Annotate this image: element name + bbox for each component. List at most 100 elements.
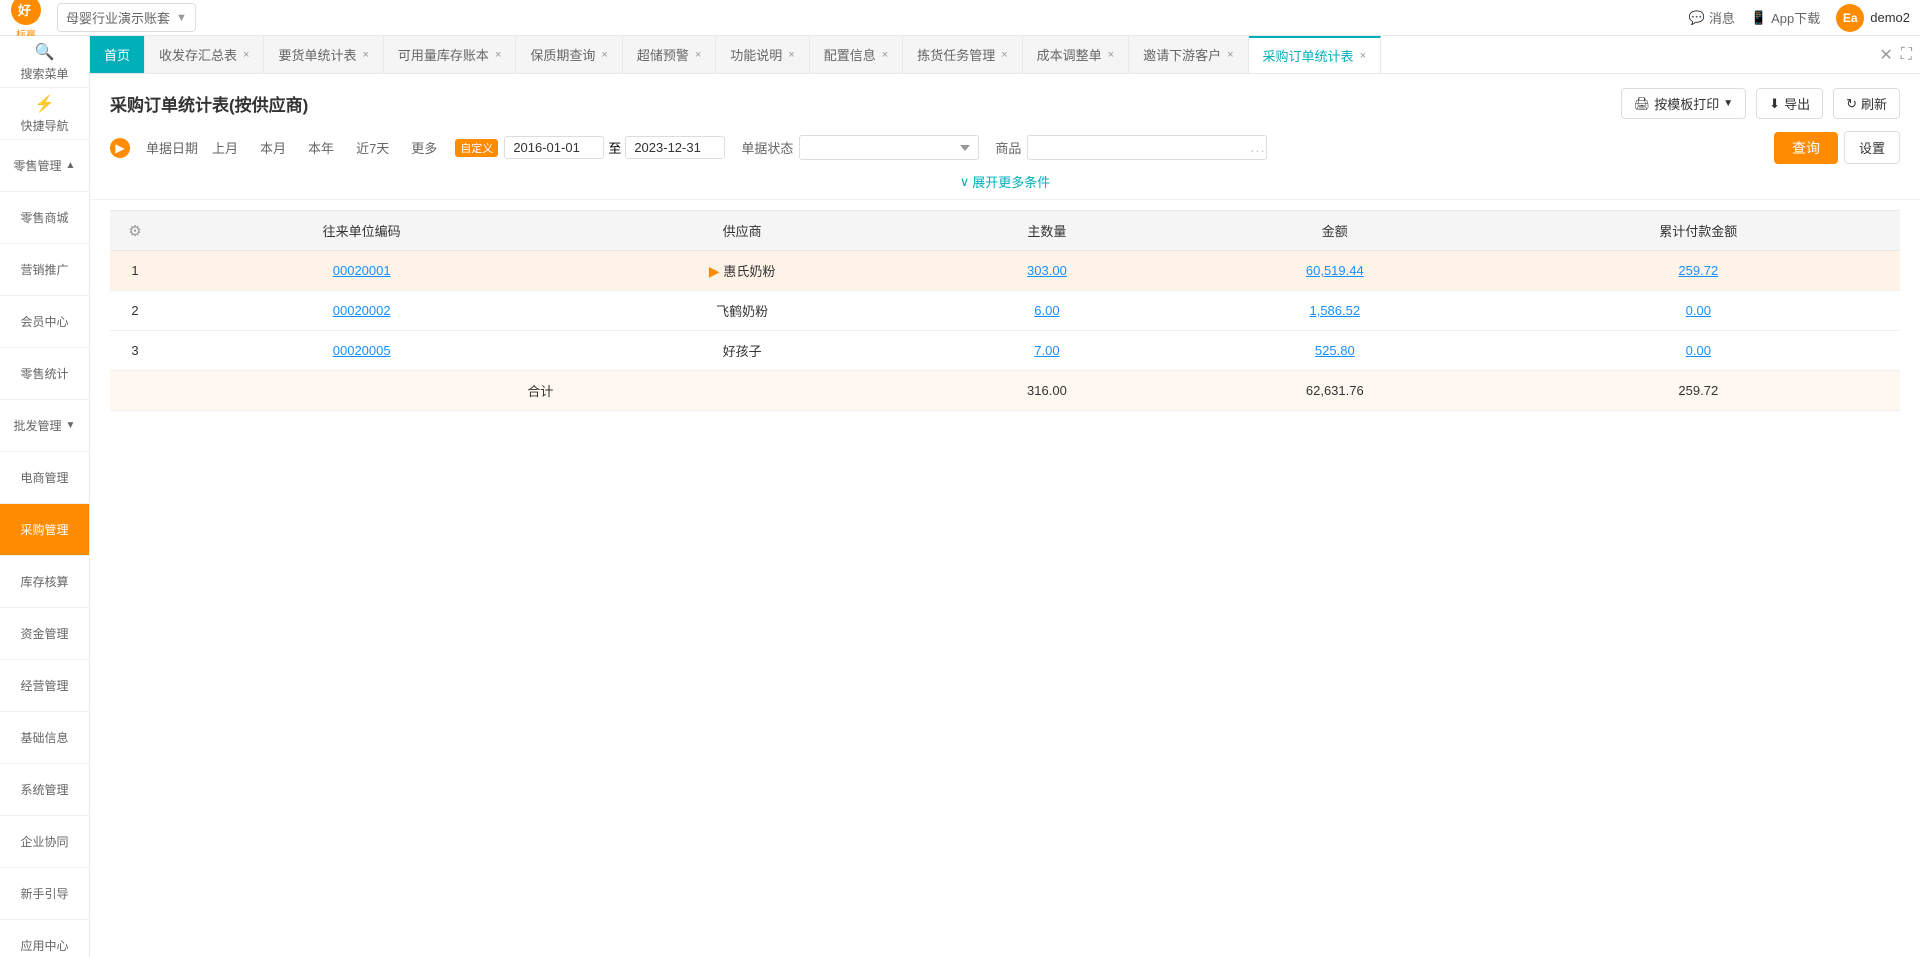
page-header: 采购订单统计表(按供应商) 🖨 按模板打印 ▼ ⬇ 导出 ↻ — [90, 74, 1920, 119]
amount-link-2[interactable]: 1,586.52 — [1309, 303, 1360, 318]
sidebar-item-wholesale[interactable]: 批发管理 ▼ — [0, 400, 89, 452]
tab-shoufahu[interactable]: 收发存汇总表 × — [145, 36, 264, 74]
tab-close-gongneng[interactable]: × — [788, 49, 794, 61]
shortcut-7days[interactable]: 近7天 — [348, 136, 397, 159]
sidebar-quicknav-label: 快捷导航 — [20, 117, 68, 134]
expand-arrow-1[interactable]: ▶ — [709, 263, 720, 279]
code-link-1[interactable]: 00020001 — [333, 263, 391, 278]
tab-yaoqing[interactable]: 邀请下游客户 × — [1129, 36, 1248, 74]
tab-baozhiqi[interactable]: 保质期查询 × — [516, 36, 622, 74]
shortcut-last-month[interactable]: 上月 — [204, 136, 246, 159]
expand-filters-btn[interactable]: ∨ 展开更多条件 — [960, 172, 1051, 191]
sidebar-ecommerce-label: 电商管理 — [20, 469, 68, 486]
table-row: 1 00020001 ▶ 惠氏奶粉 303.00 — [110, 251, 1900, 291]
date-start-input[interactable] — [504, 136, 604, 159]
tab-yaoqing-label: 邀请下游客户 — [1143, 45, 1221, 64]
print-button[interactable]: 🖨 按模板打印 ▼ — [1621, 88, 1746, 119]
cell-amount-3: 525.80 — [1173, 331, 1497, 371]
sidebar-item-basic[interactable]: 基础信息 — [0, 712, 89, 764]
chevron-down-icon: ▲ — [66, 160, 76, 171]
custom-badge: 自定义 — [455, 139, 498, 157]
goods-input[interactable] — [1027, 135, 1267, 160]
sidebar-item-member[interactable]: 会员中心 — [0, 296, 89, 348]
sidebar-item-marketing[interactable]: 营销推广 — [0, 244, 89, 296]
settings-button[interactable]: 设置 — [1844, 131, 1900, 164]
code-link-2[interactable]: 00020002 — [333, 303, 391, 318]
sidebar-item-ecommerce[interactable]: 电商管理 — [0, 452, 89, 504]
code-link-3[interactable]: 00020005 — [333, 343, 391, 358]
date-end-input[interactable] — [625, 136, 725, 159]
paid-link-2[interactable]: 0.00 — [1686, 303, 1711, 318]
paid-link-3[interactable]: 0.00 — [1686, 343, 1711, 358]
date-shortcuts: 上月 本月 本年 近7天 更多 自定义 — [204, 136, 498, 159]
message-btn[interactable]: 💬 消息 — [1689, 8, 1735, 27]
table-wrap: ⚙ 往来单位编码 供应商 主数量 金额 累计付款金额 1 — [90, 200, 1920, 421]
sidebar-member-label: 会员中心 — [20, 313, 68, 330]
tab-close-yaohuo[interactable]: × — [362, 49, 368, 61]
sidebar-item-quicknav[interactable]: ⚡ 快捷导航 — [0, 88, 89, 140]
sidebar-item-newbie[interactable]: 新手引导 — [0, 868, 89, 920]
cell-paid-1: 259.72 — [1497, 251, 1900, 291]
tab-keyongliang[interactable]: 可用量库存账本 × — [384, 36, 516, 74]
sidebar-item-retail-mall[interactable]: 零售商城 — [0, 192, 89, 244]
amount-link-3[interactable]: 525.80 — [1315, 343, 1355, 358]
tab-close-keyongliang[interactable]: × — [495, 49, 501, 61]
sidebar-item-finance[interactable]: 资金管理 — [0, 608, 89, 660]
shortcut-this-month[interactable]: 本月 — [252, 136, 294, 159]
table-settings-icon[interactable]: ⚙ — [128, 223, 141, 240]
amount-link-1[interactable]: 60,519.44 — [1306, 263, 1364, 278]
shortcut-this-year[interactable]: 本年 — [300, 136, 342, 159]
qty-link-1[interactable]: 303.00 — [1027, 263, 1067, 278]
tab-home[interactable]: 首页 — [90, 36, 145, 74]
footer-label: 合计 — [160, 371, 921, 411]
tab-gongneng[interactable]: 功能说明 × — [716, 36, 809, 74]
quicknav-icon: ⚡ — [35, 94, 55, 114]
export-button[interactable]: ⬇ 导出 — [1756, 88, 1823, 119]
sidebar-newbie-label: 新手引导 — [20, 885, 68, 902]
tab-chaochua[interactable]: 超储预警 × — [623, 36, 716, 74]
sidebar-item-purchase[interactable]: 采购管理 — [0, 504, 89, 556]
paid-link-1[interactable]: 259.72 — [1678, 263, 1718, 278]
sidebar-item-appstore[interactable]: 应用中心 — [0, 920, 89, 957]
tab-close-baozhiqi[interactable]: × — [601, 49, 607, 61]
tab-maximize-btn[interactable]: ⛶ — [1901, 46, 1912, 64]
sidebar-item-retail[interactable]: 零售管理 ▲ — [0, 140, 89, 192]
qty-link-3[interactable]: 7.00 — [1034, 343, 1059, 358]
refresh-button[interactable]: ↻ 刷新 — [1833, 88, 1900, 119]
tab-peihuorenwu[interactable]: 拣货任务管理 × — [903, 36, 1022, 74]
query-button[interactable]: 查询 — [1774, 132, 1838, 164]
user-menu[interactable]: Ea demo2 — [1836, 4, 1910, 32]
tab-close-chaochua[interactable]: × — [695, 49, 701, 61]
tab-baozhiqi-label: 保质期查询 — [530, 45, 595, 64]
tab-caigou[interactable]: 采购订单统计表 × — [1249, 36, 1381, 74]
status-select[interactable] — [799, 135, 979, 160]
sidebar-item-cooperation[interactable]: 企业协同 — [0, 816, 89, 868]
sidebar-item-system[interactable]: 系统管理 — [0, 764, 89, 816]
cell-code-1: 00020001 — [160, 251, 563, 291]
tab-peizhi[interactable]: 配置信息 × — [810, 36, 903, 74]
shortcut-more[interactable]: 更多 — [403, 136, 445, 159]
tab-close-peizhi[interactable]: × — [882, 49, 888, 61]
tab-close-all-btn[interactable]: ✕ — [1879, 45, 1892, 65]
qty-link-2[interactable]: 6.00 — [1034, 303, 1059, 318]
tab-yaohuo[interactable]: 要货单统计表 × — [264, 36, 383, 74]
app-download-btn[interactable]: 📱 App下载 — [1751, 8, 1820, 27]
logo[interactable]: 好 标赢 — [10, 0, 42, 41]
table-row: 2 00020002 飞鹤奶粉 6.00 — [110, 291, 1900, 331]
sidebar-marketing-label: 营销推广 — [20, 261, 68, 278]
sidebar-item-retail-stats[interactable]: 零售统计 — [0, 348, 89, 400]
svg-text:好: 好 — [17, 3, 31, 18]
sidebar-item-inventory[interactable]: 库存核算 — [0, 556, 89, 608]
tab-chengben[interactable]: 成本调整单 × — [1023, 36, 1129, 74]
tab-close-yaoqing[interactable]: × — [1227, 49, 1233, 61]
sidebar-item-operation[interactable]: 经营管理 — [0, 660, 89, 712]
tab-close-caigou[interactable]: × — [1360, 50, 1366, 62]
tab-close-peihuorenwu[interactable]: × — [1001, 49, 1007, 61]
sidebar-operation-label: 经营管理 — [20, 677, 68, 694]
org-selector[interactable]: 母婴行业演示账套 ▼ — [57, 3, 196, 32]
tab-close-shoufahu[interactable]: × — [243, 49, 249, 61]
sidebar-item-search[interactable]: 🔍 搜索菜单 — [0, 36, 89, 88]
goods-more-icon[interactable]: … — [1249, 139, 1265, 157]
filter-collapse-btn[interactable]: ▶ — [110, 138, 130, 158]
tab-close-chengben[interactable]: × — [1108, 49, 1114, 61]
